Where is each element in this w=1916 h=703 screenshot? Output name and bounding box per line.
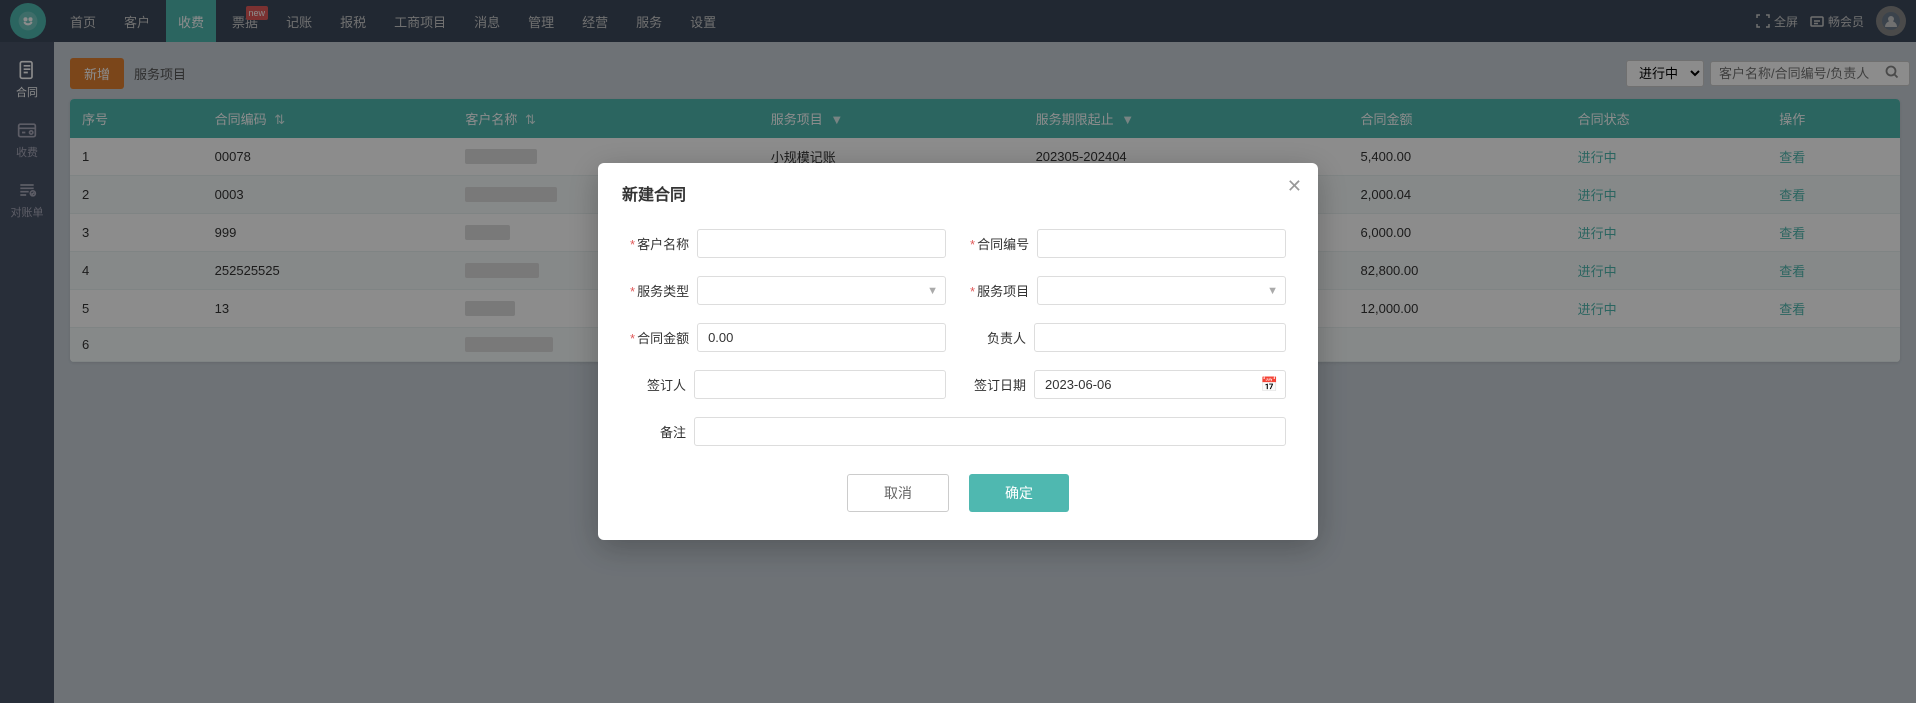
- form-row-3: *合同金额 负责人: [630, 323, 1286, 352]
- dialog-body: *客户名称 *合同编号 *服务类型: [598, 219, 1318, 446]
- remarks-label: 备注: [630, 422, 686, 441]
- calendar-icon[interactable]: 📅: [1261, 376, 1278, 393]
- form-field-signatory: 签订人: [630, 370, 946, 399]
- form-row-1: *客户名称 *合同编号: [630, 229, 1286, 258]
- form-row-5: 备注: [630, 417, 1286, 446]
- service-item-select-wrapper: ▼: [1037, 276, 1286, 305]
- contract-no-label: *合同编号: [970, 234, 1029, 253]
- sign-date-input[interactable]: [1034, 370, 1286, 399]
- sign-date-wrapper: 📅: [1034, 370, 1286, 399]
- amount-input[interactable]: [697, 323, 946, 352]
- service-type-select[interactable]: [697, 276, 946, 305]
- responsible-label: 负责人: [970, 328, 1026, 347]
- service-item-label: *服务项目: [970, 281, 1029, 300]
- new-contract-dialog: 新建合同 ✕ *客户名称 *合同编号: [598, 163, 1318, 540]
- form-field-contract-no: *合同编号: [970, 229, 1286, 258]
- service-type-label: *服务类型: [630, 281, 689, 300]
- confirm-button[interactable]: 确定: [969, 474, 1069, 512]
- amount-label: *合同金额: [630, 328, 689, 347]
- dialog-title: 新建合同: [598, 163, 1318, 219]
- form-field-service-type: *服务类型 ▼: [630, 276, 946, 305]
- modal-overlay: 新建合同 ✕ *客户名称 *合同编号: [0, 0, 1916, 703]
- form-field-service-item: *服务项目 ▼: [970, 276, 1286, 305]
- signatory-label: 签订人: [630, 375, 686, 394]
- form-field-client: *客户名称: [630, 229, 946, 258]
- service-type-select-wrapper: ▼: [697, 276, 946, 305]
- client-name-input[interactable]: [697, 229, 946, 258]
- form-row-2: *服务类型 ▼ *服务项目 ▼: [630, 276, 1286, 305]
- dialog-close-button[interactable]: ✕: [1287, 177, 1302, 195]
- client-label: *客户名称: [630, 234, 689, 253]
- sign-date-label: 签订日期: [970, 375, 1026, 394]
- dialog-footer: 取消 确定: [598, 474, 1318, 512]
- form-field-amount: *合同金额: [630, 323, 946, 352]
- form-row-4: 签订人 签订日期 📅: [630, 370, 1286, 399]
- contract-no-input[interactable]: [1037, 229, 1286, 258]
- responsible-input[interactable]: [1034, 323, 1286, 352]
- form-field-responsible: 负责人: [970, 323, 1286, 352]
- remarks-input[interactable]: [694, 417, 1286, 446]
- form-field-sign-date: 签订日期 📅: [970, 370, 1286, 399]
- signatory-input[interactable]: [694, 370, 946, 399]
- cancel-button[interactable]: 取消: [847, 474, 949, 512]
- service-item-select[interactable]: [1037, 276, 1286, 305]
- form-field-remarks: 备注: [630, 417, 1286, 446]
